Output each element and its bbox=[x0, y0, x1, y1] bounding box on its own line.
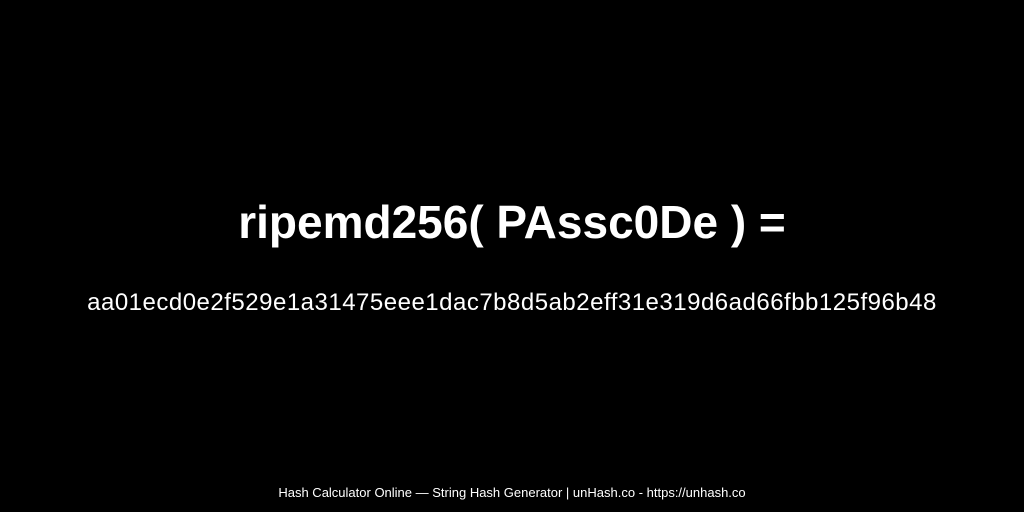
hash-expression-heading: ripemd256( PAssc0De ) = bbox=[238, 195, 786, 249]
hash-result: aa01ecd0e2f529e1a31475eee1dac7b8d5ab2eff… bbox=[87, 289, 937, 317]
footer-text-prefix: Hash Calculator Online — String Hash Gen… bbox=[278, 485, 573, 500]
main-content: ripemd256( PAssc0De ) = aa01ecd0e2f529e1… bbox=[0, 0, 1024, 512]
footer: Hash Calculator Online — String Hash Gen… bbox=[0, 485, 1024, 500]
footer-link[interactable]: unHash.co bbox=[573, 485, 635, 500]
footer-text-suffix: - https://unhash.co bbox=[635, 485, 746, 500]
